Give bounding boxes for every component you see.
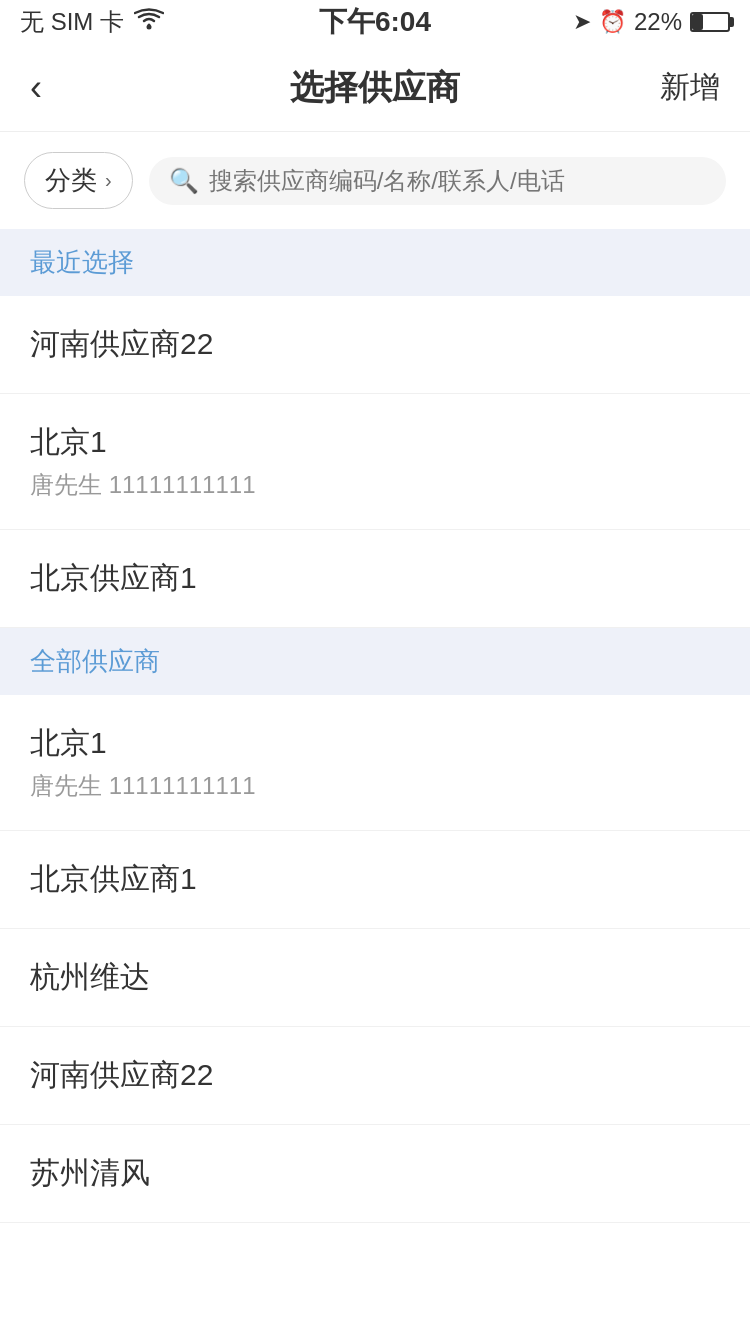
list-item[interactable]: 北京供应商1 <box>0 530 750 628</box>
supplier-contact: 唐先生 11111111111 <box>30 770 720 802</box>
supplier-name: 河南供应商22 <box>30 1055 720 1096</box>
supplier-name: 北京供应商1 <box>30 859 720 900</box>
supplier-list: 最近选择河南供应商22 北京1 唐先生 11111111111 北京供应商1 全部供应商… <box>0 229 750 1223</box>
battery-icon <box>690 12 730 32</box>
back-button[interactable]: ‹ <box>30 67 42 109</box>
svg-point-0 <box>147 25 152 30</box>
list-item[interactable]: 河南供应商22 <box>0 296 750 394</box>
status-bar: 无 SIM 卡 下午6:04 ➤ ⏰ 22% <box>0 0 750 44</box>
section-header-all: 全部供应商 <box>0 628 750 695</box>
status-time: 下午6:04 <box>319 3 431 41</box>
list-item[interactable]: 苏州清风 <box>0 1125 750 1223</box>
supplier-name: 杭州维达 <box>30 957 720 998</box>
supplier-name: 北京供应商1 <box>30 558 720 599</box>
search-input[interactable] <box>209 167 706 195</box>
section-header-recent: 最近选择 <box>0 229 750 296</box>
list-item[interactable]: 北京供应商1 <box>0 831 750 929</box>
chevron-right-icon: › <box>105 169 112 192</box>
search-wrapper: 🔍 <box>149 157 726 205</box>
search-icon: 🔍 <box>169 167 199 195</box>
wifi-icon <box>134 8 164 36</box>
category-filter[interactable]: 分类 › <box>24 152 133 209</box>
filter-bar: 分类 › 🔍 <box>0 132 750 229</box>
supplier-name: 北京1 <box>30 422 720 463</box>
category-label: 分类 <box>45 163 97 198</box>
supplier-name: 北京1 <box>30 723 720 764</box>
page-title: 选择供应商 <box>290 65 460 111</box>
list-item[interactable]: 北京1 唐先生 11111111111 <box>0 695 750 831</box>
list-item[interactable]: 杭州维达 <box>0 929 750 1027</box>
supplier-contact: 唐先生 11111111111 <box>30 469 720 501</box>
add-button[interactable]: 新增 <box>660 67 720 108</box>
status-left: 无 SIM 卡 <box>20 6 164 38</box>
supplier-name: 河南供应商22 <box>30 324 720 365</box>
nav-bar: ‹ 选择供应商 新增 <box>0 44 750 132</box>
battery-label: 22% <box>634 8 682 36</box>
list-item[interactable]: 北京1 唐先生 11111111111 <box>0 394 750 530</box>
location-icon: ➤ <box>573 9 591 35</box>
supplier-name: 苏州清风 <box>30 1153 720 1194</box>
status-right: ➤ ⏰ 22% <box>573 8 730 36</box>
list-item[interactable]: 河南供应商22 <box>0 1027 750 1125</box>
carrier-label: 无 SIM 卡 <box>20 6 124 38</box>
alarm-icon: ⏰ <box>599 9 626 35</box>
